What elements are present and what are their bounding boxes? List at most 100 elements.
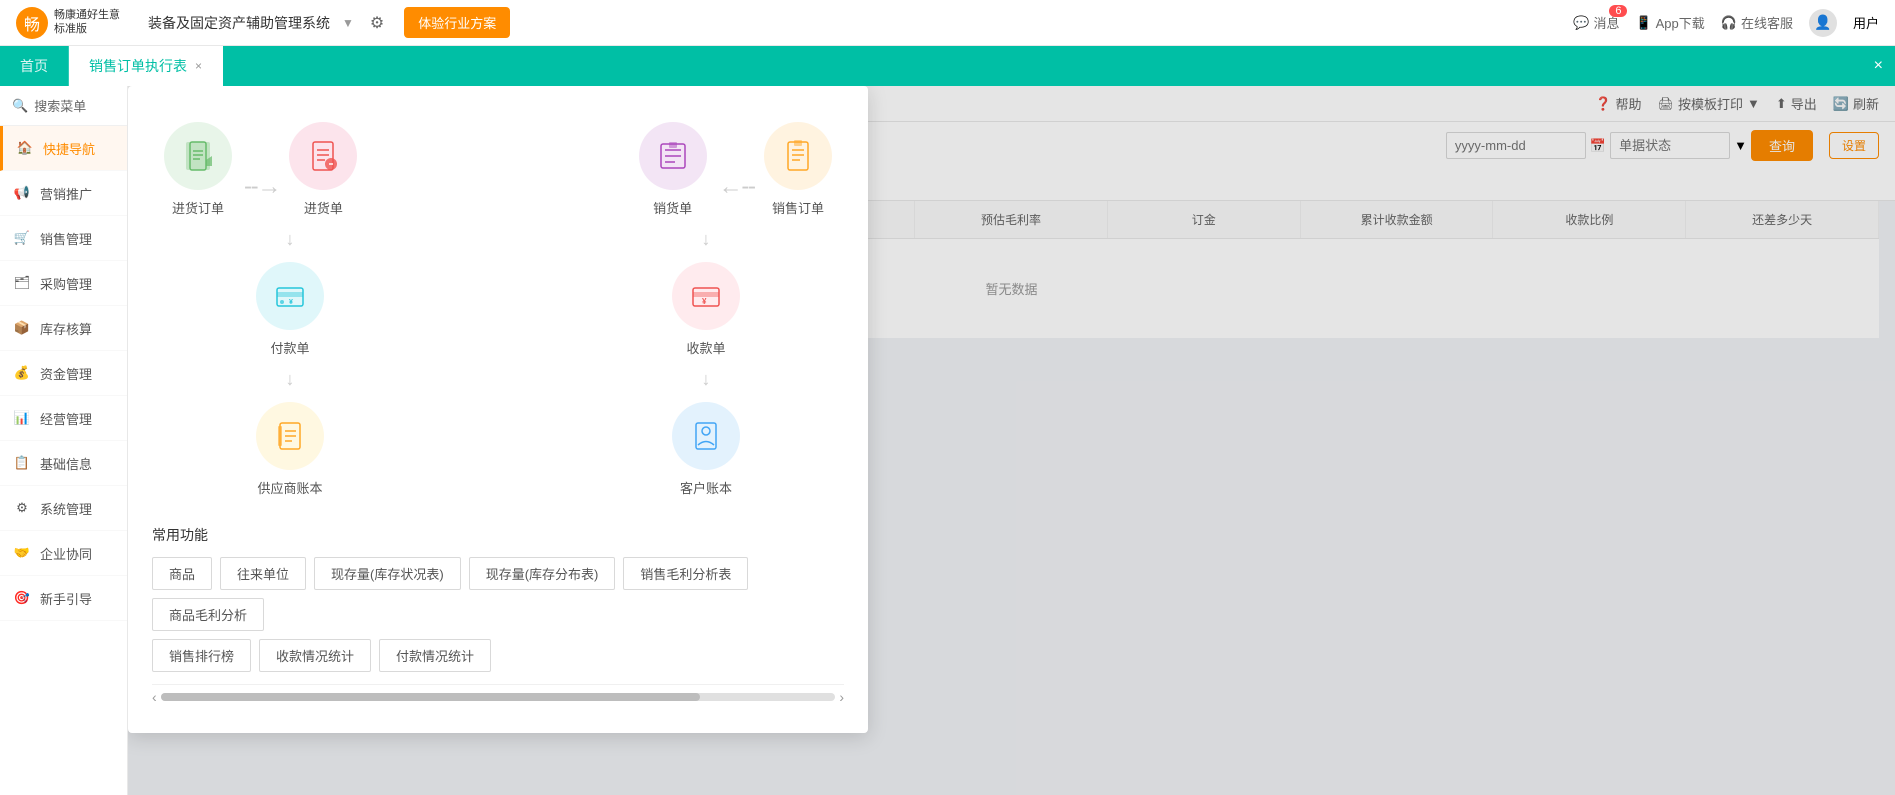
svg-text:¥: ¥ <box>702 297 707 306</box>
newbie-label: 新手引导 <box>40 589 92 608</box>
flow-row-2: ¥ 付款单 ¥ 收款单 <box>152 250 844 369</box>
finance-icon: 💰 <box>12 363 32 383</box>
scroll-right-icon[interactable]: › <box>839 689 844 705</box>
func-btn-sales-rank[interactable]: 销售排行榜 <box>152 639 251 672</box>
online-service-action[interactable]: 🎧 在线客服 <box>1721 13 1793 32</box>
sidebar-item-newbie[interactable]: 🎯 新手引导 <box>0 576 127 621</box>
func-btn-stock-dist[interactable]: 现存量(库存分布表) <box>469 557 616 590</box>
flow-label-sales-order: 销售订单 <box>772 198 824 217</box>
header-right: 💬 消息 6 📱 App下载 🎧 在线客服 👤 用户 <box>1573 9 1879 37</box>
arrow-down-receipt: ↓ <box>660 369 752 390</box>
sidebar-search[interactable]: 🔍 搜索菜单 <box>0 86 127 126</box>
spacer-ad2-2 <box>336 369 660 390</box>
section-title: 常用功能 <box>152 525 844 545</box>
func-btn-receipt-stats[interactable]: 收款情况统计 <box>259 639 371 672</box>
sidebar: 🔍 搜索菜单 🏠 快捷导航 📢 营销推广 🛒 销售管理 🗂 采购管理 📦 库存核… <box>0 86 128 795</box>
dropdown-arrow-icon[interactable]: ▼ <box>342 16 354 30</box>
collab-icon: 🤝 <box>12 543 32 563</box>
popup-overlay[interactable]: 进货订单 - - → 进货单 <box>128 86 1895 795</box>
arrow-down-purchase: ↓ <box>244 229 336 250</box>
app-download-action[interactable]: 📱 App下载 <box>1635 13 1704 32</box>
message-badge: 6 <box>1609 5 1627 17</box>
sidebar-item-collab[interactable]: 🤝 企业协同 <box>0 531 127 576</box>
system-label: 系统管理 <box>40 499 92 518</box>
flow-item-sales-out[interactable]: 销货单 <box>627 110 719 229</box>
sidebar-item-operations[interactable]: 📊 经营管理 <box>0 396 127 441</box>
inventory-label: 库存核算 <box>40 319 92 338</box>
message-icon: 💬 <box>1573 15 1589 31</box>
flow-item-sales-order[interactable]: 销售订单 <box>752 110 844 229</box>
spacer-ad2-3 <box>752 369 844 390</box>
arrow-po-to-pi: - - → <box>244 173 277 229</box>
arrow-down-sales: ↓ <box>660 229 752 250</box>
sidebar-item-finance[interactable]: 💰 资金管理 <box>0 351 127 396</box>
func-btn-payment-stats[interactable]: 付款情况统计 <box>379 639 491 672</box>
flow-item-receipt[interactable]: ¥ 收款单 <box>660 250 752 369</box>
flow-circle-payment: ¥ <box>256 262 324 330</box>
flow-item-payment[interactable]: ¥ 付款单 <box>244 250 336 369</box>
main-layout: 🔍 搜索菜单 🏠 快捷导航 📢 营销推广 🛒 销售管理 🗂 采购管理 📦 库存核… <box>0 86 1895 795</box>
flow-row-3: 供应商账本 客户账本 <box>152 390 844 509</box>
func-btn-sales-margin[interactable]: 销售毛利分析表 <box>623 557 748 590</box>
message-action[interactable]: 💬 消息 6 <box>1573 13 1619 32</box>
search-icon: 🔍 <box>12 98 28 114</box>
content-area: ❓ 帮助 🖨 按模板打印 ▼ ⬆ 导出 🔄 刷新 <box>128 86 1895 795</box>
top-header: 畅 畅康通好生意 标准版 装备及固定资产辅助管理系统 ▼ ⚙ 体验行业方案 💬 … <box>0 0 1895 46</box>
gear-icon[interactable]: ⚙ <box>370 13 384 33</box>
flow-item-customer-ledger[interactable]: 客户账本 <box>660 390 752 509</box>
sales-icon: 🛒 <box>12 228 32 248</box>
spacer-1 <box>152 229 244 250</box>
sidebar-item-purchase[interactable]: 🗂 采购管理 <box>0 261 127 306</box>
flow-item-purchase-in[interactable]: 进货单 <box>277 110 369 229</box>
nav-tabs: 首页 销售订单执行表 × × <box>0 46 1895 86</box>
experience-btn[interactable]: 体验行业方案 <box>404 7 510 38</box>
marketing-label: 营销推广 <box>40 184 92 203</box>
finance-label: 资金管理 <box>40 364 92 383</box>
sidebar-item-inventory[interactable]: 📦 库存核算 <box>0 306 127 351</box>
flow-label-sales-out: 销货单 <box>653 198 692 217</box>
flow-circle-receipt: ¥ <box>672 262 740 330</box>
flow-circle-supplier-ledger <box>256 402 324 470</box>
headset-icon: 🎧 <box>1721 15 1737 31</box>
flow-circle-customer-ledger <box>672 402 740 470</box>
sidebar-item-marketing[interactable]: 📢 营销推广 <box>0 171 127 216</box>
func-btn-stock-status[interactable]: 现存量(库存状况表) <box>314 557 461 590</box>
collab-label: 企业协同 <box>40 544 92 563</box>
scrollbar-track[interactable] <box>161 693 836 701</box>
operations-label: 经营管理 <box>40 409 92 428</box>
sidebar-item-basic-info[interactable]: 📋 基础信息 <box>0 441 127 486</box>
app-download-label: App下载 <box>1656 13 1705 32</box>
func-btn-product-margin[interactable]: 商品毛利分析 <box>152 598 264 631</box>
sidebar-item-quick-nav[interactable]: 🏠 快捷导航 <box>0 126 127 171</box>
logo-icon: 畅 <box>16 7 48 39</box>
flow-item-supplier-ledger[interactable]: 供应商账本 <box>244 390 336 509</box>
func-btn-partner[interactable]: 往来单位 <box>220 557 306 590</box>
logo-area: 畅 畅康通好生意 标准版 <box>16 7 136 39</box>
system-icon: ⚙ <box>12 498 32 518</box>
tab-sales-order[interactable]: 销售订单执行表 × <box>69 46 223 86</box>
operations-icon: 📊 <box>12 408 32 428</box>
sales-label: 销售管理 <box>40 229 92 248</box>
flow-arrows-down: ↓ ↓ <box>152 229 844 250</box>
flow-label-payment: 付款单 <box>270 338 309 357</box>
func-btn-product[interactable]: 商品 <box>152 557 212 590</box>
flow-item-purchase-order[interactable]: 进货订单 <box>152 110 244 229</box>
sidebar-item-sales[interactable]: 🛒 销售管理 <box>0 216 127 261</box>
nav-tab-window-close[interactable]: × <box>1874 57 1883 75</box>
inventory-icon: 📦 <box>12 318 32 338</box>
logo-text: 畅康通好生意 标准版 <box>54 9 120 35</box>
online-service-label: 在线客服 <box>1741 13 1793 32</box>
tab-home[interactable]: 首页 <box>0 46 69 86</box>
scroll-left-icon[interactable]: ‹ <box>152 689 157 705</box>
flow-circle-sales-out <box>639 122 707 190</box>
flow-arrows-down-2: ↓ ↓ <box>152 369 844 390</box>
system-title: 装备及固定资产辅助管理系统 <box>148 13 330 33</box>
sidebar-item-system[interactable]: ⚙ 系统管理 <box>0 486 127 531</box>
user-avatar[interactable]: 👤 <box>1809 9 1837 37</box>
marketing-icon: 📢 <box>12 183 32 203</box>
tab-sales-order-label: 销售订单执行表 <box>89 56 187 76</box>
tab-close-icon[interactable]: × <box>195 59 202 73</box>
flow-label-supplier-ledger: 供应商账本 <box>257 478 322 497</box>
basic-info-label: 基础信息 <box>40 454 92 473</box>
flow-row-1: 进货订单 - - → 进货单 <box>152 110 844 229</box>
